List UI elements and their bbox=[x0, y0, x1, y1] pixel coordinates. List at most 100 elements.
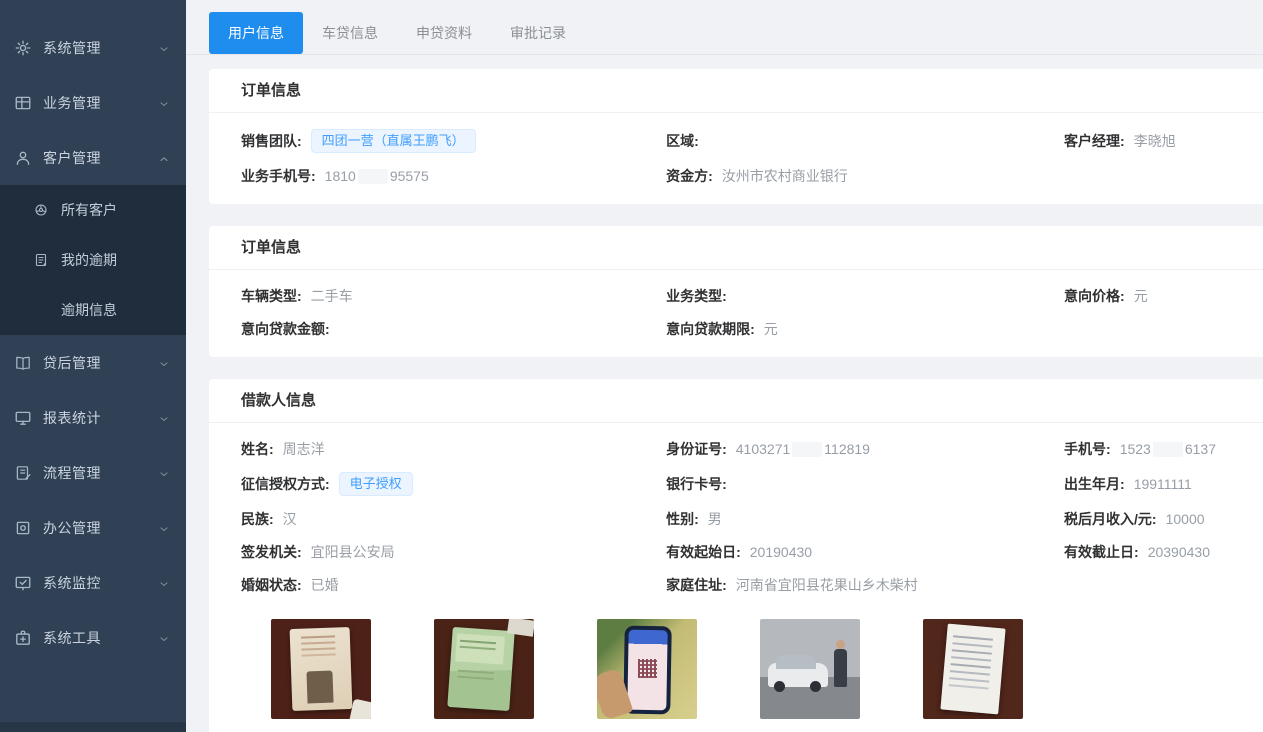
sidebar-item-system-monitor[interactable]: 系统监控 bbox=[0, 555, 186, 610]
sidebar-item-overdue-info[interactable]: 逾期信息 bbox=[0, 285, 186, 335]
tools-icon bbox=[14, 629, 32, 647]
field-value: 河南省宜阳县花果山乡木柴村 bbox=[736, 575, 918, 595]
tag-link[interactable]: 电子授权 bbox=[339, 472, 413, 496]
sidebar-item-label: 所有客户 bbox=[61, 200, 117, 220]
field-value: 4103271 bbox=[736, 441, 791, 457]
field-label: 意向贷款金额 bbox=[241, 319, 339, 339]
sidebar-item-customer-management[interactable]: 客户管理 bbox=[0, 130, 186, 185]
field-label: 车辆类型 bbox=[241, 286, 311, 306]
field: 销售团队四团一营（直属王鹏飞） bbox=[241, 129, 666, 153]
other-material-photo[interactable] bbox=[923, 619, 1023, 719]
card-title: 订单信息 bbox=[209, 69, 1263, 113]
sidebar-item-system-tools[interactable]: 系统工具 bbox=[0, 610, 186, 665]
field-value: 20190430 bbox=[750, 544, 812, 560]
card-order-info-1: 订单信息销售团队四团一营（直属王鹏飞）区域客户经理李晓旭业务手机号1810955… bbox=[209, 69, 1263, 204]
sidebar-item-office-management[interactable]: 办公管理 bbox=[0, 500, 186, 555]
field-label: 业务类型 bbox=[666, 286, 736, 306]
field-label: 有效起始日 bbox=[666, 542, 750, 562]
field-label: 手机号 bbox=[1064, 439, 1120, 459]
field-label: 签发机关 bbox=[241, 542, 311, 562]
sidebar-item-all-customers[interactable]: 所有客户 bbox=[0, 185, 186, 235]
field: 身份证号4103271112819 bbox=[666, 439, 1064, 459]
field-value: 汉 bbox=[283, 509, 297, 529]
tag-link[interactable]: 四团一营（直属王鹏飞） bbox=[311, 129, 476, 153]
card-title: 借款人信息 bbox=[209, 379, 1263, 423]
chevron-down-icon bbox=[158, 522, 170, 534]
sidebar-item-label: 客户管理 bbox=[43, 148, 158, 168]
user-icon bbox=[14, 149, 32, 167]
field: 出生年月19911111 bbox=[1064, 474, 1263, 494]
photo-item: 授权截图 bbox=[597, 619, 697, 732]
field-value: 李晓旭 bbox=[1134, 131, 1176, 151]
chevron-down-icon bbox=[158, 97, 170, 109]
field-value: 周志洋 bbox=[283, 439, 325, 459]
tab-car-loan-info[interactable]: 车贷信息 bbox=[303, 12, 397, 54]
field-label: 有效截止日 bbox=[1064, 542, 1148, 562]
field: 征信授权方式电子授权 bbox=[241, 472, 666, 496]
redaction-block bbox=[358, 169, 388, 184]
id-card-photo[interactable] bbox=[271, 619, 371, 719]
sidebar-item-label: 贷后管理 bbox=[43, 353, 158, 373]
photo-art bbox=[776, 655, 816, 669]
field-value: 汝州市农村商业银行 bbox=[722, 166, 848, 186]
sidebar-menu: 系统管理业务管理客户管理所有客户我的逾期逾期信息贷后管理报表统计流程管理办公管理… bbox=[0, 20, 186, 665]
main-content: 用户信息车贷信息申贷资料审批记录 订单信息销售团队四团一营（直属王鹏飞）区域客户… bbox=[186, 0, 1263, 732]
field-label: 区域 bbox=[666, 131, 708, 151]
app-root: 系统管理业务管理客户管理所有客户我的逾期逾期信息贷后管理报表统计流程管理办公管理… bbox=[0, 0, 1263, 732]
sidebar-item-process-management[interactable]: 流程管理 bbox=[0, 445, 186, 500]
sidebar-item-label: 流程管理 bbox=[43, 463, 158, 483]
person-with-car-photo[interactable] bbox=[760, 619, 860, 719]
field-label: 出生年月 bbox=[1064, 474, 1134, 494]
field-row: 民族汉性别男税后月收入/元10000 bbox=[241, 509, 1263, 529]
field-label: 意向贷款期限 bbox=[666, 319, 764, 339]
field-label: 销售团队 bbox=[241, 131, 311, 151]
book-icon bbox=[14, 354, 32, 372]
sidebar-item-system-management[interactable]: 系统管理 bbox=[0, 20, 186, 75]
field-row: 业务手机号181095575资金方汝州市农村商业银行 bbox=[241, 166, 1263, 186]
tab-approval-records[interactable]: 审批记录 bbox=[491, 12, 585, 54]
field-label: 婚姻状态 bbox=[241, 575, 311, 595]
gear-icon bbox=[14, 39, 32, 57]
chevron-down-icon bbox=[158, 467, 170, 479]
flow-icon bbox=[14, 464, 32, 482]
field-label: 意向价格 bbox=[1064, 286, 1134, 306]
photo-gallery: 个人照驾驶证照片授权截图人车合影其他材料 bbox=[241, 619, 1263, 732]
sidebar-item-report-statistics[interactable]: 报表统计 bbox=[0, 390, 186, 445]
field-value: 宜阳县公安局 bbox=[311, 542, 395, 562]
chevron-up-icon bbox=[158, 152, 170, 164]
monitor-check-icon bbox=[14, 574, 32, 592]
tab-user-info[interactable]: 用户信息 bbox=[209, 12, 303, 54]
authorization-qr-photo[interactable] bbox=[597, 619, 697, 719]
grid-icon bbox=[14, 94, 32, 112]
field-value: 10000 bbox=[1166, 511, 1205, 527]
photo-item: 驾驶证照片 bbox=[434, 619, 534, 732]
sidebar-item-label: 我的逾期 bbox=[61, 250, 117, 270]
field-row: 姓名周志洋身份证号4103271112819手机号15236137 bbox=[241, 439, 1263, 459]
submenu-customer-management: 所有客户我的逾期逾期信息 bbox=[0, 185, 186, 335]
photo-art bbox=[638, 659, 657, 678]
steering-icon bbox=[33, 202, 49, 218]
card-borrower-info: 借款人信息姓名周志洋身份证号4103271112819手机号15236137征信… bbox=[209, 379, 1263, 732]
field: 民族汉 bbox=[241, 509, 666, 529]
card-order-info-2: 订单信息车辆类型二手车业务类型意向价格元意向贷款金额意向贷款期限元 bbox=[209, 226, 1263, 357]
photo-item: 人车合影 bbox=[760, 619, 860, 732]
field: 签发机关宜阳县公安局 bbox=[241, 542, 666, 562]
field-row: 车辆类型二手车业务类型意向价格元 bbox=[241, 286, 1263, 306]
sidebar-item-business-management[interactable]: 业务管理 bbox=[0, 75, 186, 130]
field-label: 身份证号 bbox=[666, 439, 736, 459]
field: 意向贷款金额 bbox=[241, 319, 666, 339]
field: 性别男 bbox=[666, 509, 1064, 529]
driver-license-photo[interactable] bbox=[434, 619, 534, 719]
field: 业务类型 bbox=[666, 286, 1064, 306]
field: 资金方汝州市农村商业银行 bbox=[666, 166, 1064, 186]
memo-icon bbox=[33, 252, 49, 268]
sidebar-item-label: 办公管理 bbox=[43, 518, 158, 538]
sidebar-item-my-overdue[interactable]: 我的逾期 bbox=[0, 235, 186, 285]
sidebar-item-label: 报表统计 bbox=[43, 408, 158, 428]
field-value: 元 bbox=[1134, 286, 1148, 306]
field: 银行卡号 bbox=[666, 474, 1064, 494]
field-row: 销售团队四团一营（直属王鹏飞）区域客户经理李晓旭 bbox=[241, 129, 1263, 153]
sidebar-item-post-loan-management[interactable]: 贷后管理 bbox=[0, 335, 186, 390]
tab-loan-application-docs[interactable]: 申贷资料 bbox=[397, 12, 491, 54]
field-label: 业务手机号 bbox=[241, 166, 325, 186]
